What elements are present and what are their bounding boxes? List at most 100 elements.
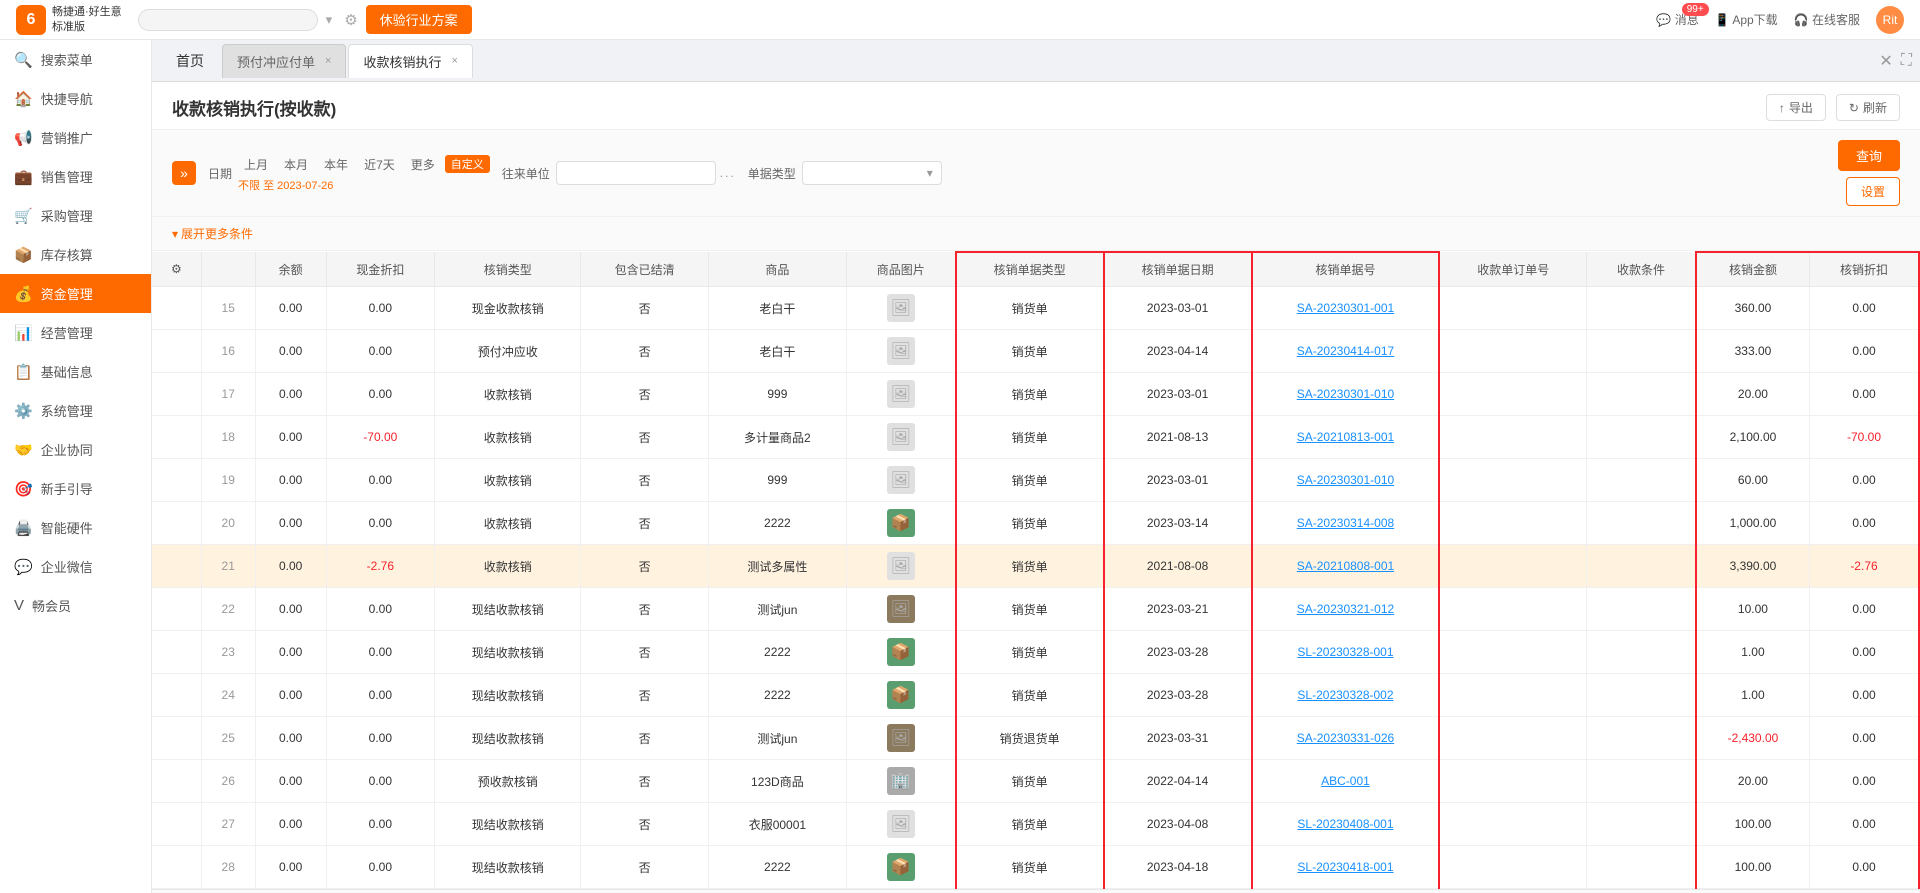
date-custom-tag[interactable]: 自定义: [445, 155, 490, 173]
solution-button[interactable]: 休验行业方案: [366, 5, 472, 34]
cell-receipt_condition: [1587, 545, 1696, 588]
expand-bar: ▾ 展开更多条件: [152, 217, 1920, 251]
sidebar-item-operation[interactable]: 📊经营管理: [0, 313, 151, 352]
receipt-type-select[interactable]: ▾: [802, 161, 942, 185]
cell-receipt_bill_type: 销货单: [956, 373, 1104, 416]
refresh-button[interactable]: ↻ 刷新: [1836, 94, 1900, 121]
top-bar-left: 6 畅捷通·好生意 标准版 ▾ ⚙ 休验行业方案: [16, 5, 1644, 35]
cell-cash_discount: 0.00: [326, 717, 435, 760]
cell-settings: [152, 330, 201, 373]
cell-row_num: 19: [201, 459, 255, 502]
cell-receipt_bill_date: 2023-04-08: [1104, 803, 1252, 846]
cell-receipt_bill_no[interactable]: ABC-001: [1252, 760, 1440, 803]
sidebar-item-basic[interactable]: 📋基础信息: [0, 352, 151, 391]
cell-receipt_order_no: [1439, 416, 1586, 459]
sidebar-item-hardware[interactable]: 🖨️智能硬件: [0, 508, 151, 547]
date-opt-more[interactable]: 更多: [405, 154, 441, 175]
sidebar-item-search[interactable]: 🔍搜索菜单: [0, 40, 151, 79]
sidebar-icon-marketing: 📢: [14, 129, 33, 147]
cell-receipt_bill_type: 销货单: [956, 803, 1104, 846]
cell-receipt_bill_no[interactable]: SL-20230408-001: [1252, 803, 1440, 846]
cell-receipt_bill_no[interactable]: SA-20230301-010: [1252, 373, 1440, 416]
maximize-icon[interactable]: ⛶: [1901, 52, 1912, 70]
cell-settings: [152, 545, 201, 588]
cell-include_settled: 否: [581, 631, 708, 674]
product-image: 📦: [887, 853, 915, 881]
sidebar-item-system[interactable]: ⚙️系统管理: [0, 391, 151, 430]
tab-prepay[interactable]: 预付冲应付单×: [222, 44, 346, 78]
cell-receipt_bill_no[interactable]: SA-20230414-017: [1252, 330, 1440, 373]
sidebar-icon-wechat: 💬: [14, 558, 33, 576]
export-button[interactable]: ↑ 导出: [1766, 94, 1826, 121]
cell-cash_discount: 0.00: [326, 760, 435, 803]
cell-receipt_order_no: [1439, 287, 1586, 330]
online-service-area[interactable]: 🎧 在线客服: [1794, 11, 1860, 28]
sidebar-item-purchase[interactable]: 🛒采购管理: [0, 196, 151, 235]
cell-receipt_bill_no[interactable]: SA-20230314-008: [1252, 502, 1440, 545]
app-download-area[interactable]: 📱 App下载: [1715, 11, 1778, 28]
cell-include_settled: 否: [581, 330, 708, 373]
cell-cash_discount: -70.00: [326, 416, 435, 459]
sidebar-icon-operation: 📊: [14, 324, 33, 342]
sidebar-item-shortcut[interactable]: 🏠快捷导航: [0, 79, 151, 118]
cell-writeoff_type: 现结收款核销: [435, 631, 581, 674]
cell-receipt_bill_no[interactable]: SL-20230328-002: [1252, 674, 1440, 717]
chevron-down-icon: ▾: [927, 166, 933, 180]
sidebar-item-marketing[interactable]: 📢营销推广: [0, 118, 151, 157]
cell-balance: 0.00: [255, 545, 326, 588]
sidebar-item-finance[interactable]: 💰资金管理: [0, 274, 151, 313]
tab-receipt[interactable]: 收款核销执行×: [348, 44, 472, 78]
cell-receipt_bill_no[interactable]: SA-20230331-026: [1252, 717, 1440, 760]
sidebar-item-member[interactable]: V畅会员: [0, 586, 151, 625]
date-opt-this-year[interactable]: 本年: [318, 154, 354, 175]
cell-row_num: 15: [201, 287, 255, 330]
cell-goods: 2222: [708, 846, 846, 889]
cell-receipt_bill_no[interactable]: SA-20230321-012: [1252, 588, 1440, 631]
tab-close-prepay[interactable]: ×: [325, 55, 331, 67]
tab-close-receipt[interactable]: ×: [451, 55, 457, 67]
cell-receipt_bill_no[interactable]: SA-20230301-001: [1252, 287, 1440, 330]
sidebar-icon-inventory: 📦: [14, 246, 33, 264]
cell-cash_discount: 0.00: [326, 631, 435, 674]
sidebar-item-inventory[interactable]: 📦库存核算: [0, 235, 151, 274]
filter-actions: 查询 设置: [1838, 140, 1900, 206]
cell-receipt_order_no: [1439, 330, 1586, 373]
expand-button[interactable]: ▾ 展开更多条件: [172, 221, 1900, 246]
cell-receipt_bill_type: 销货单: [956, 631, 1104, 674]
top-search-input[interactable]: [138, 9, 318, 31]
cell-receipt_bill_no[interactable]: SA-20230301-010: [1252, 459, 1440, 502]
logo-text: 畅捷通·好生意 标准版: [52, 5, 122, 34]
cell-receipt_bill_no[interactable]: SL-20230418-001: [1252, 846, 1440, 889]
cell-row_num: 21: [201, 545, 255, 588]
trade-partner-dots[interactable]: ...: [720, 166, 736, 180]
settings-button[interactable]: 设置: [1846, 177, 1900, 206]
cell-writeoff_amount: 10.00: [1696, 588, 1810, 631]
settings-icon[interactable]: ⚙: [344, 11, 357, 29]
trade-partner-input[interactable]: [556, 161, 716, 185]
cell-receipt_bill_no[interactable]: SA-20210813-001: [1252, 416, 1440, 459]
nav-home[interactable]: 首页: [160, 40, 220, 82]
sidebar-item-guide[interactable]: 🎯新手引导: [0, 469, 151, 508]
date-opt-last-month[interactable]: 上月: [238, 154, 274, 175]
notification-area[interactable]: 💬 消息 99+: [1656, 11, 1698, 28]
cell-receipt_order_no: [1439, 717, 1586, 760]
sidebar-item-sales[interactable]: 💼销售管理: [0, 157, 151, 196]
cell-goods: 2222: [708, 631, 846, 674]
sidebar-item-wechat[interactable]: 💬企业微信: [0, 547, 151, 586]
cell-receipt_bill_no[interactable]: SL-20230328-001: [1252, 631, 1440, 674]
close-window-icon[interactable]: ✕: [1879, 51, 1892, 71]
user-avatar[interactable]: Rit: [1876, 6, 1904, 34]
table-wrapper: ⚙余额现金折扣核销类型包含已结清商品商品图片核销单据类型核销单据日期核销单据号收…: [152, 251, 1920, 893]
date-opt-7days[interactable]: 近7天: [358, 154, 401, 175]
cell-settings: [152, 502, 201, 545]
query-button[interactable]: 查询: [1838, 140, 1900, 171]
dropdown-arrow[interactable]: ▾: [326, 12, 333, 28]
table-settings-icon[interactable]: ⚙: [171, 262, 182, 276]
cell-writeoff_type: 收款核销: [435, 545, 581, 588]
cell-receipt_bill_no[interactable]: SA-20210808-001: [1252, 545, 1440, 588]
cell-writeoff_type: 现结收款核销: [435, 717, 581, 760]
sidebar-item-enterprise[interactable]: 🤝企业协同: [0, 430, 151, 469]
filter-arrow-button[interactable]: »: [172, 161, 196, 185]
sidebar-label-finance: 资金管理: [41, 284, 93, 303]
date-opt-this-month[interactable]: 本月: [278, 154, 314, 175]
